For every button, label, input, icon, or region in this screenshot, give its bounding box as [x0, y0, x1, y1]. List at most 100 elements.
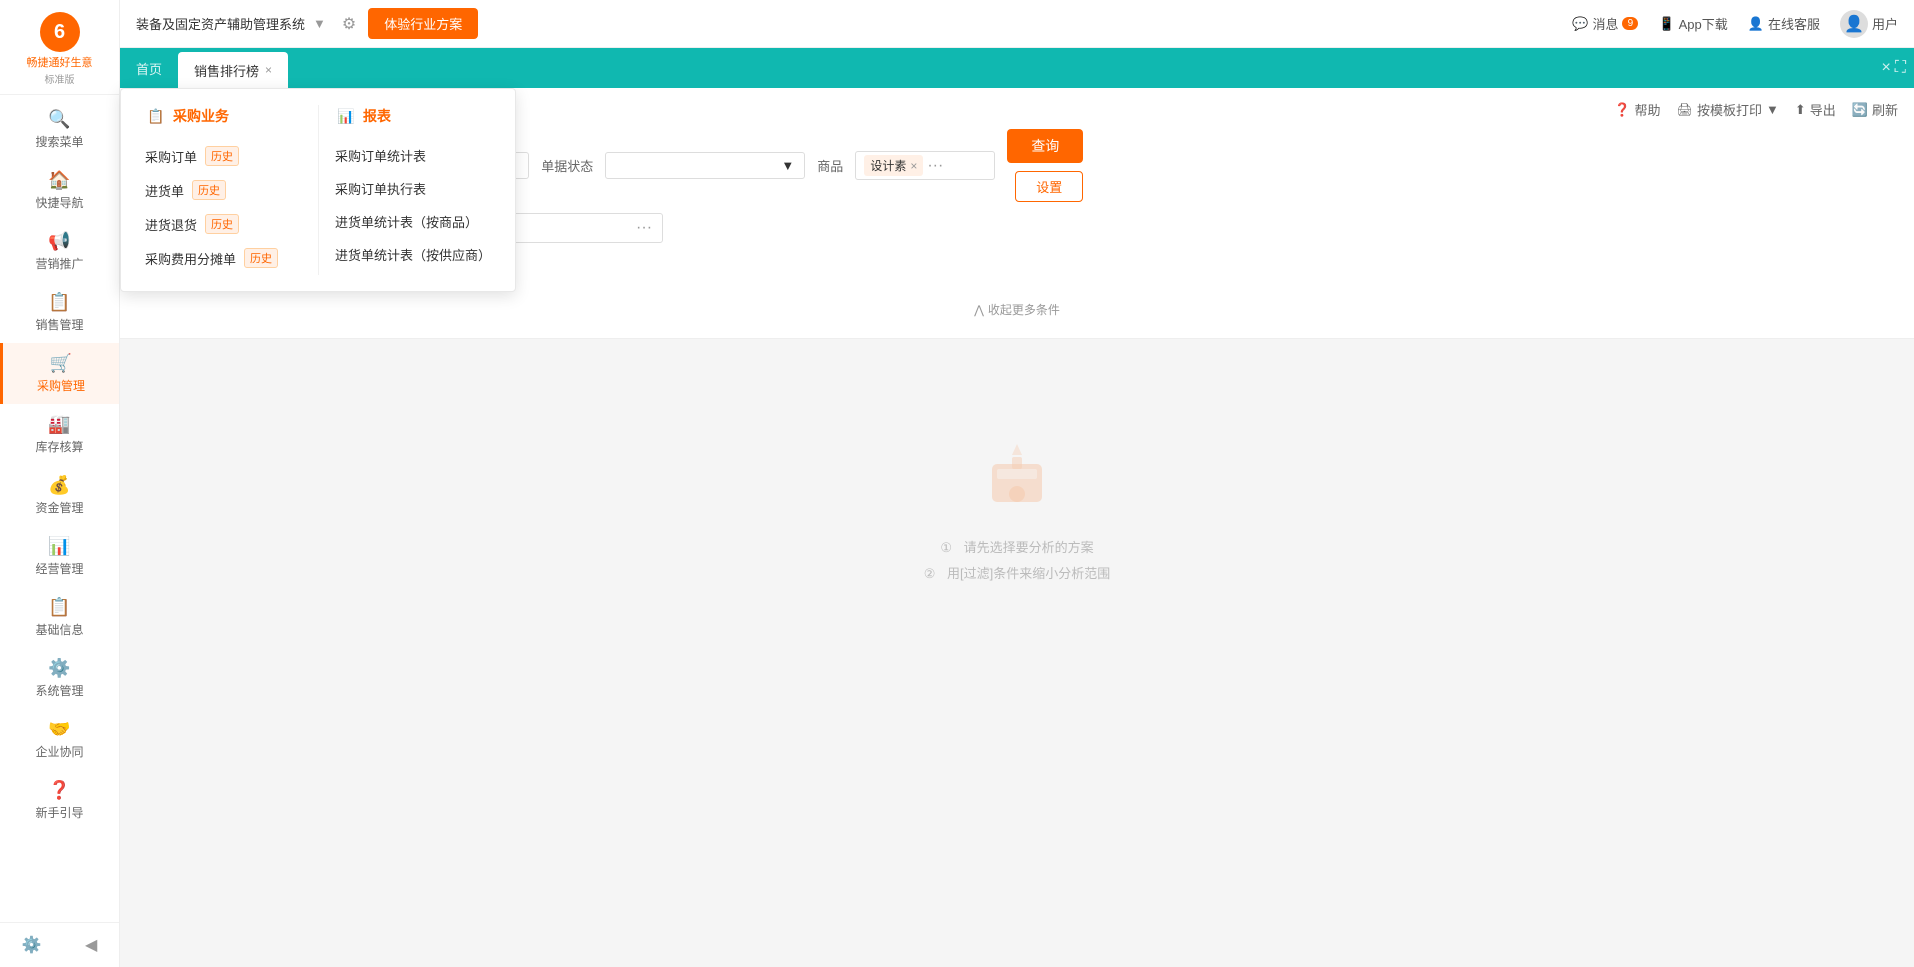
topbar-right: 💬 消息 9 📱 App下载 👤 在线客服 👤 用户: [1572, 10, 1898, 38]
sidebar-item-guide[interactable]: ❓ 新手引导: [0, 770, 119, 831]
purchase-in-label: 进货单: [145, 181, 184, 200]
help-icon: ❓: [1614, 102, 1630, 118]
dropdown-item-purchase-expense[interactable]: 采购费用分摊单 历史: [145, 241, 310, 275]
collapse-label: 收起更多条件: [988, 301, 1060, 318]
dropdown-item-po-exec[interactable]: 采购订单执行表: [335, 172, 491, 205]
sidebar-label-sales: 销售管理: [35, 316, 83, 333]
goods-label: 商品: [817, 156, 843, 175]
sidebar-item-procurement[interactable]: 🛒 采购管理: [0, 343, 119, 404]
purchase-return-hist[interactable]: 历史: [205, 214, 239, 234]
sidebar-label-quick-nav: 快捷导航: [35, 194, 83, 211]
app-name: 畅捷通好生意: [27, 56, 93, 71]
topbar: 装备及固定资产辅助管理系统 ▼ ⚙ 体验行业方案 💬 消息 9 📱 App下载 …: [120, 0, 1914, 48]
sidebar-nav: 🔍 搜索菜单 🏠 快捷导航 📢 营销推广 📋 销售管理 🛒 采购管理 🏭 库存核…: [0, 95, 119, 922]
filter-actions: 查询 设置: [1007, 129, 1083, 202]
message-item[interactable]: 💬 消息 9: [1572, 14, 1638, 33]
system-title: 装备及固定资产辅助管理系统: [136, 14, 305, 33]
salesman-dots[interactable]: ···: [636, 219, 652, 237]
online-service-label: 在线客服: [1768, 14, 1820, 33]
collapse-up-icon: ⋀: [974, 303, 984, 317]
sidebar-icon-operations: 📊: [48, 536, 70, 557]
print-btn[interactable]: 🖨 按模板打印 ▼: [1676, 100, 1778, 119]
goods-dots[interactable]: ···: [927, 157, 943, 175]
message-icon: 💬: [1572, 16, 1588, 32]
set-btn[interactable]: 设置: [1015, 171, 1083, 202]
tabbar-expand-icon[interactable]: ⛶: [1895, 59, 1906, 77]
message-label: 消息: [1592, 14, 1618, 33]
goods-tag-text: 设计素: [870, 157, 906, 174]
sidebar-label-procurement: 采购管理: [37, 377, 85, 394]
export-icon: ⬆: [1795, 102, 1806, 118]
purchase-order-label: 采购订单: [145, 147, 197, 166]
solution-btn[interactable]: 体验行业方案: [368, 8, 478, 39]
sidebar-logo: 6 畅捷通好生意 标准版: [0, 0, 119, 95]
print-icon: 🖨: [1676, 102, 1693, 118]
sidebar-icon-procurement: 🛒: [50, 353, 72, 374]
sidebar-item-basic-info[interactable]: 📋 基础信息: [0, 587, 119, 648]
sidebar-item-finance[interactable]: 💰 资金管理: [0, 465, 119, 526]
app-download-label: App下载: [1679, 14, 1728, 33]
export-btn[interactable]: ⬆ 导出: [1795, 100, 1836, 119]
refresh-btn[interactable]: 🔄 刷新: [1852, 100, 1898, 119]
sidebar-label-cooperation: 企业协同: [35, 743, 83, 760]
report-section-title: 📊 报表: [335, 105, 491, 127]
user-avatar: 👤: [1840, 10, 1868, 38]
voucher-status-select[interactable]: ▼: [605, 152, 805, 179]
app-logo-icon: 6: [40, 12, 80, 52]
app-download-item[interactable]: 📱 App下载: [1658, 14, 1727, 33]
tabbar-close-icon[interactable]: ×: [1881, 59, 1890, 77]
goods-tag-close-icon[interactable]: ×: [910, 159, 917, 173]
sidebar-item-system[interactable]: ⚙️ 系统管理: [0, 648, 119, 709]
goods-tag: 设计素 ×: [864, 155, 923, 176]
sidebar-item-inventory[interactable]: 🏭 库存核算: [0, 404, 119, 465]
user-item[interactable]: 👤 用户: [1840, 10, 1898, 38]
refresh-icon: 🔄: [1852, 102, 1868, 118]
sidebar-item-sales[interactable]: 📋 销售管理: [0, 282, 119, 343]
print-arrow-icon: ▼: [1766, 102, 1779, 117]
tabbar-right: × ⛶: [1881, 59, 1914, 77]
app-edition: 标准版: [45, 71, 75, 86]
collapse-btn[interactable]: ⋀ 收起更多条件: [974, 301, 1060, 318]
sidebar-item-search[interactable]: 🔍 搜索菜单: [0, 99, 119, 160]
dropdown-item-in-stats-goods[interactable]: 进货单统计表（按商品）: [335, 205, 491, 238]
settings-bottom-icon[interactable]: ⚙️: [22, 935, 42, 955]
voucher-status-arrow: ▼: [781, 158, 794, 173]
dropdown-item-purchase-order[interactable]: 采购订单 历史: [145, 139, 310, 173]
sidebar-icon-system: ⚙️: [48, 658, 70, 679]
user-avatar-icon: 👤: [1844, 14, 1864, 34]
query-btn[interactable]: 查询: [1007, 129, 1083, 163]
sidebar-icon-finance: 💰: [48, 475, 70, 496]
help-btn[interactable]: ❓ 帮助: [1614, 100, 1660, 119]
online-service-item[interactable]: 👤 在线客服: [1748, 14, 1820, 33]
sidebar-item-quick-nav[interactable]: 🏠 快捷导航: [0, 160, 119, 221]
sidebar-bottom: ⚙️ ◀: [0, 922, 119, 967]
user-name: 用户: [1872, 14, 1898, 33]
dropdown-item-in-stats-supplier[interactable]: 进货单统计表（按供应商）: [335, 238, 491, 271]
tab-close-icon[interactable]: ×: [265, 63, 272, 77]
refresh-label: 刷新: [1872, 100, 1898, 119]
topbar-settings-icon[interactable]: ⚙: [342, 14, 356, 34]
dropdown-item-purchase-return[interactable]: 进货退货 历史: [145, 207, 310, 241]
dropdown-menu: 📋 采购业务 采购订单 历史 进货单 历史 进货退货 历史 采购费用分摊单 历史: [120, 88, 516, 292]
purchase-in-hist[interactable]: 历史: [192, 180, 226, 200]
collapse-sidebar-icon[interactable]: ◀: [85, 935, 97, 955]
purchase-order-hist[interactable]: 历史: [205, 146, 239, 166]
sidebar-icon-basic-info: 📋: [48, 597, 70, 618]
tab-home[interactable]: 首页: [120, 48, 178, 88]
empty-state: ① 请先选择要分析的方案 ② 用[过滤]条件来缩小分析范围: [120, 339, 1914, 687]
export-label: 导出: [1810, 100, 1836, 119]
sidebar-label-guide: 新手引导: [35, 804, 83, 821]
sidebar-item-cooperation[interactable]: 🤝 企业协同: [0, 709, 119, 770]
sidebar-item-operations[interactable]: 📊 经营管理: [0, 526, 119, 587]
purchase-expense-hist[interactable]: 历史: [244, 248, 278, 268]
po-exec-label: 采购订单执行表: [335, 179, 426, 198]
procurement-section-title: 📋 采购业务: [145, 105, 310, 127]
dropdown-item-po-stats[interactable]: 采购订单统计表: [335, 139, 491, 172]
sidebar: 6 畅捷通好生意 标准版 🔍 搜索菜单 🏠 快捷导航 📢 营销推广 📋 销售管理…: [0, 0, 120, 967]
sidebar-icon-quick-nav: 🏠: [48, 170, 70, 191]
tab-sales-rank[interactable]: 销售排行榜 ×: [178, 52, 288, 88]
collapse-row: ⋀ 收起更多条件: [136, 293, 1898, 326]
sidebar-item-marketing[interactable]: 📢 营销推广: [0, 221, 119, 282]
dropdown-item-purchase-in[interactable]: 进货单 历史: [145, 173, 310, 207]
sidebar-icon-guide: ❓: [48, 780, 70, 801]
